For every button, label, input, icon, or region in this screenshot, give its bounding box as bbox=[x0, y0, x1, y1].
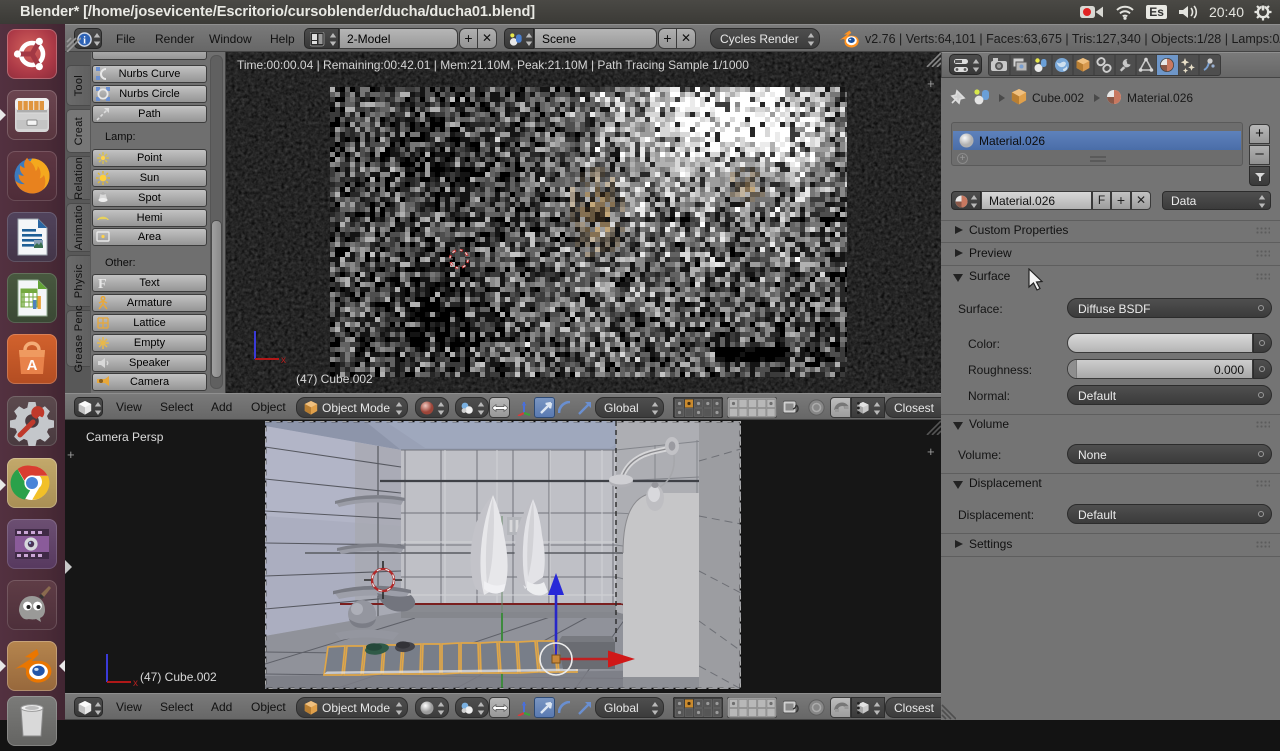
svg-text:i: i bbox=[83, 35, 86, 46]
svg-text:x: x bbox=[281, 355, 286, 366]
svg-text:F: F bbox=[98, 277, 107, 290]
svg-text:x: x bbox=[133, 678, 138, 689]
svg-text:A: A bbox=[27, 357, 38, 374]
